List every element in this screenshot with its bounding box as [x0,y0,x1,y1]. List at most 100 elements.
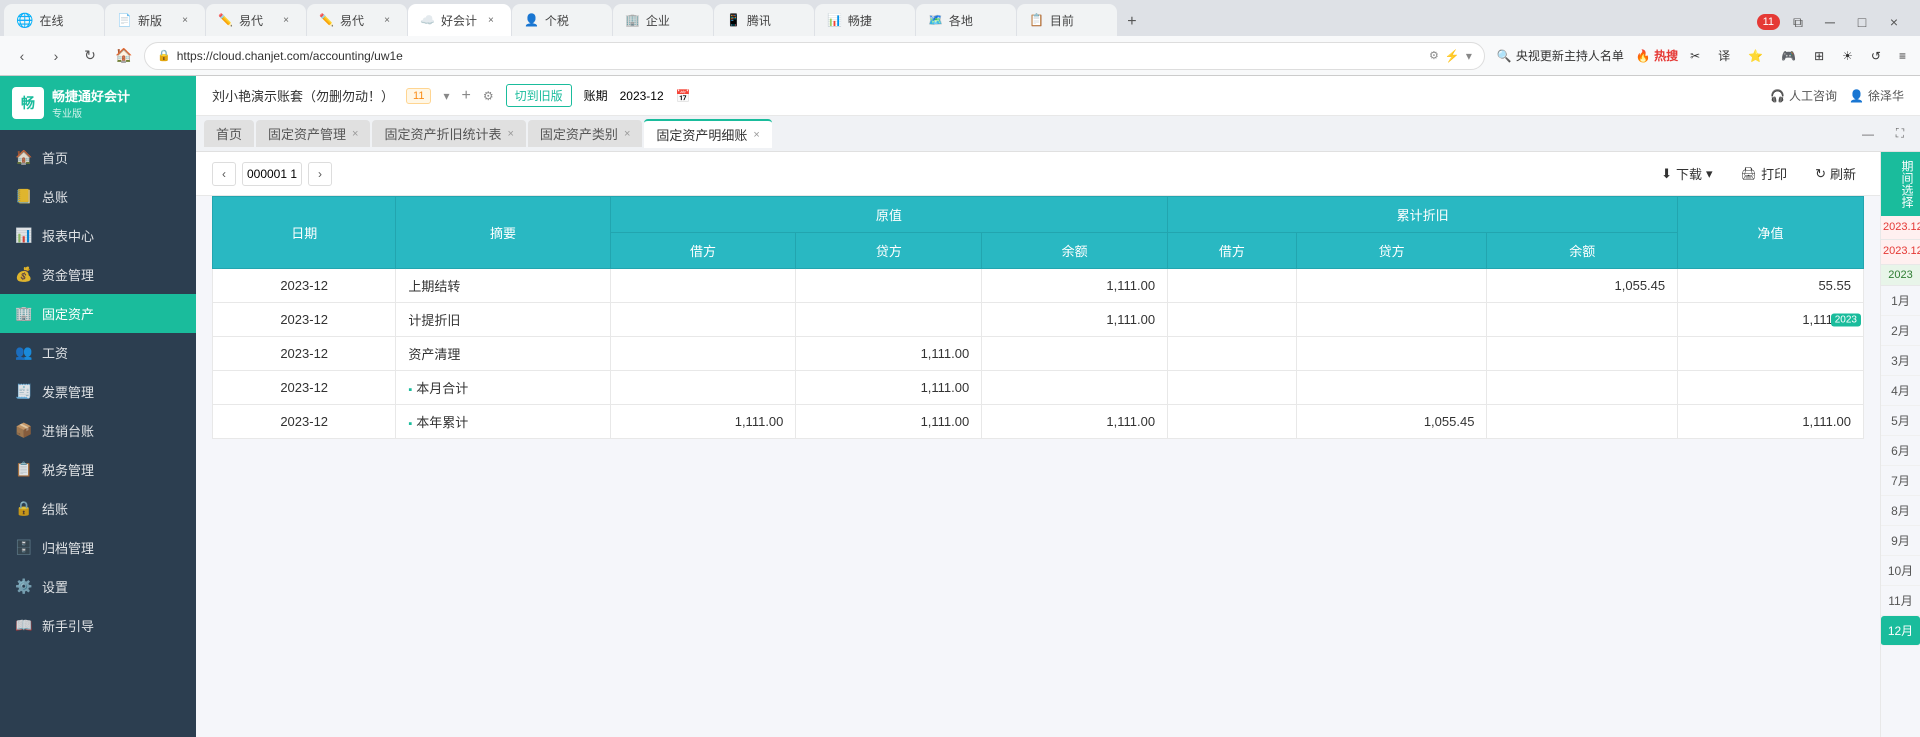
tab-close-5[interactable]: × [483,12,499,28]
tab-close-window-btn[interactable]: × [1880,8,1908,36]
period-month-11[interactable]: 11月 [1881,586,1920,616]
period-month-8[interactable]: 8月 [1881,496,1920,526]
period-header[interactable]: 期间选择 [1881,152,1920,216]
tab-collapse-btn[interactable]: — [1856,122,1880,146]
row4-accum-debit [1168,371,1297,405]
history-btn[interactable]: ↺ [1865,47,1887,65]
period-month-12[interactable]: 12月 [1881,616,1920,646]
tab-expand-btn[interactable]: ⛶ [1888,122,1912,146]
dropdown-arrow-icon[interactable]: ▾ [443,89,449,103]
pager-next-btn[interactable]: › [308,162,332,186]
calendar-icon[interactable]: 📅 [676,89,691,103]
browser-tab-6[interactable]: 👤 个税 [512,4,612,36]
browser-tab-9[interactable]: 📊 畅捷 [815,4,915,36]
address-input[interactable]: 🔒 https://cloud.chanjet.com/accounting/u… [144,42,1485,70]
browser-tab-8[interactable]: 📱 腾讯 [714,4,814,36]
sidebar-item-inventory[interactable]: 📦 进销台账 [0,411,196,450]
tab-fixed-asset-category[interactable]: 固定资产类别 × [528,120,642,147]
tab-title-11: 目前 [1050,12,1105,29]
sidebar-item-ledger[interactable]: 📒 总账 [0,177,196,216]
table-row: 2023-12 ▪本月合计 1,111.00 [213,371,1864,405]
browser-tab-3[interactable]: ✏️ 易代 × [206,4,306,36]
sidebar-item-home[interactable]: 🏠 首页 [0,138,196,177]
tab-close-4[interactable]: × [379,12,395,28]
new-tab-button[interactable]: + [1118,8,1146,36]
site-info-icon: ⚙ [1429,49,1439,62]
grid-btn[interactable]: ⊞ [1808,47,1830,65]
browser-tab-7[interactable]: 🏢 企业 [613,4,713,36]
tab-home[interactable]: 首页 [204,120,254,147]
browser-tab-5[interactable]: ☁️ 好会计 × [408,4,511,36]
tab-close-3[interactable]: × [278,12,294,28]
search-icon: 🔍 [1497,49,1512,63]
refresh-btn[interactable]: ↻ 刷新 [1807,160,1864,187]
switch-btn[interactable]: 切到旧版 [506,84,572,107]
browser-tab-2[interactable]: 📄 新版 × [105,4,205,36]
sidebar-item-archive[interactable]: 🗄️ 归档管理 [0,528,196,567]
star-btn[interactable]: ⭐ [1742,47,1769,65]
sidebar-item-funds[interactable]: 💰 资金管理 [0,255,196,294]
dropdown-icon[interactable]: ▾ [1466,49,1472,63]
brightness-btn[interactable]: ☀ [1836,47,1859,65]
browser-tab-1[interactable]: 🌐 在线 [4,4,104,36]
period-month-7[interactable]: 7月 [1881,466,1920,496]
period-month-3[interactable]: 3月 [1881,346,1920,376]
add-account-btn[interactable]: + [461,87,470,105]
tab-minimize-btn[interactable]: ─ [1816,8,1844,36]
sidebar: 畅 畅捷通好会计 专业版 🏠 首页 📒 总账 📊 报表中心 💰 资金管理 [0,76,196,737]
print-btn[interactable]: 🖨 打印 [1733,160,1796,187]
row5-accum-debit [1168,405,1297,439]
pager-prev-btn[interactable]: ‹ [212,162,236,186]
home-btn[interactable]: 🏠 [110,42,138,70]
translate-btn[interactable]: 译 [1712,45,1736,66]
tab-close-2[interactable]: × [177,12,193,28]
forward-btn[interactable]: › [42,42,70,70]
period-month-1[interactable]: 1月 [1881,286,1920,316]
tab-fixed-asset-depreciation[interactable]: 固定资产折旧统计表 × [372,120,525,147]
sidebar-item-tax[interactable]: 📋 税务管理 [0,450,196,489]
tab-close-fixed-asset-ledger[interactable]: × [753,129,759,141]
period-month-2[interactable]: 2月 [1881,316,1920,346]
browser-chrome: 🌐 在线 📄 新版 × ✏️ 易代 × ✏️ 易代 × ☁️ 好会计 × 👤 个… [0,0,1920,76]
sidebar-item-invoice[interactable]: 🧾 发票管理 [0,372,196,411]
tab-close-fixed-asset-mgmt[interactable]: × [352,128,358,140]
browser-tab-10[interactable]: 🗺️ 各地 [916,4,1016,36]
tab-fixed-asset-mgmt[interactable]: 固定资产管理 × [256,120,370,147]
period-year-label[interactable]: 2023 [1881,265,1920,286]
tab-fixed-asset-ledger[interactable]: 固定资产明细账 × [644,119,771,148]
period-month-9[interactable]: 9月 [1881,526,1920,556]
download-btn[interactable]: ⬇ 下载 ▾ [1653,160,1720,187]
tab-restore-btn[interactable]: ⧉ [1784,8,1812,36]
period-month-6[interactable]: 6月 [1881,436,1920,466]
browser-tab-11[interactable]: 📋 目前 [1017,4,1117,36]
row2-accum-balance [1487,303,1678,337]
menu-btn[interactable]: ≡ [1893,47,1912,65]
user-btn[interactable]: 👤 徐泽华 [1849,87,1904,104]
sidebar-item-fixed-assets[interactable]: 🏢 固定资产 [0,294,196,333]
tab-close-fixed-asset-category[interactable]: × [624,128,630,140]
period-month-4[interactable]: 4月 [1881,376,1920,406]
sidebar-item-guide[interactable]: 📖 新手引导 [0,606,196,645]
sidebar-item-settings[interactable]: ⚙️ 设置 [0,567,196,606]
sidebar-item-reports[interactable]: 📊 报表中心 [0,216,196,255]
service-btn[interactable]: 🎧 人工咨询 [1770,87,1837,104]
row4-net-value [1678,371,1864,405]
sidebar-item-payroll[interactable]: 👥 工资 [0,333,196,372]
tab-maximize-btn[interactable]: □ [1848,8,1876,36]
settings-gear-icon[interactable]: ⚙ [483,89,494,103]
reload-btn[interactable]: ↻ [76,42,104,70]
sidebar-item-closing[interactable]: 🔒 结账 [0,489,196,528]
row4-accum-credit [1296,371,1487,405]
scissors-btn[interactable]: ✂ [1684,47,1706,65]
browser-tab-4[interactable]: ✏️ 易代 × [307,4,407,36]
search-box[interactable]: 🔍 央视更新主持人名单 [1491,45,1630,66]
period-month-10[interactable]: 10月 [1881,556,1920,586]
period-month-5[interactable]: 5月 [1881,406,1920,436]
game-btn[interactable]: 🎮 [1775,47,1802,65]
app-header: 刘小艳演示账套（勿删勿动！） 11 ▾ + ⚙ 切到旧版 账期 2023-12 … [196,76,1920,116]
tab-close-fixed-asset-depreciation[interactable]: × [507,128,513,140]
back-btn[interactable]: ‹ [8,42,36,70]
hot-search-label[interactable]: 🔥 热搜 [1636,47,1678,64]
tab-title-1: 在线 [39,12,92,29]
tab-title-3: 易代 [239,12,272,29]
